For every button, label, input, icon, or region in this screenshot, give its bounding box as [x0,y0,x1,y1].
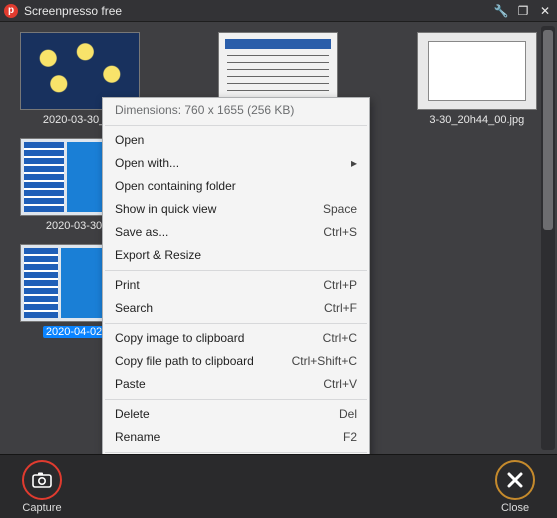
menu-shortcut: Del [331,407,357,422]
menu-open[interactable]: Open [103,129,369,152]
menu-shortcut: F2 [335,430,357,445]
context-menu-header: Dimensions: 760 x 1655 (256 KB) [103,98,369,122]
menu-label: Save as... [115,225,315,240]
close-x-icon [495,460,535,500]
menu-delete[interactable]: Delete Del [103,403,369,426]
menu-label: Copy file path to clipboard [115,354,284,369]
close-button[interactable]: Close [495,460,535,514]
context-menu: Dimensions: 760 x 1655 (256 KB) Open Ope… [102,97,370,454]
menu-quick-view[interactable]: Show in quick view Space [103,198,369,221]
menu-shortcut: Ctrl+Shift+C [284,354,357,369]
titlebar: p Screenpresso free 🔧 ❐ ✕ [0,0,557,22]
menu-rename[interactable]: Rename F2 [103,426,369,449]
gallery: 2020-03-30_20 3-30_20h44_00.jpg 2020-03-… [0,22,557,454]
menu-separator [105,270,367,271]
menu-label: Copy image to clipboard [115,331,315,346]
menu-copy-path[interactable]: Copy file path to clipboard Ctrl+Shift+C [103,350,369,373]
menu-separator [105,399,367,400]
menu-label: Search [115,301,316,316]
menu-shortcut: Ctrl+P [315,278,357,293]
capture-button[interactable]: Capture [22,460,62,514]
menu-search[interactable]: Search Ctrl+F [103,297,369,320]
menu-print[interactable]: Print Ctrl+P [103,274,369,297]
menu-label: Rename [115,430,335,445]
settings-icon[interactable]: 🔧 [493,4,509,18]
menu-shortcut: Ctrl+V [315,377,357,392]
menu-shortcut: Ctrl+F [316,301,357,316]
thumbnail-image [417,32,537,110]
menu-label: Show in quick view [115,202,315,217]
menu-copy-image[interactable]: Copy image to clipboard Ctrl+C [103,327,369,350]
submenu-arrow-icon: ▸ [343,156,357,171]
app-title: Screenpresso free [24,4,487,18]
menu-export-resize[interactable]: Export & Resize [103,244,369,267]
menu-save-as[interactable]: Save as... Ctrl+S [103,221,369,244]
thumbnail[interactable]: 3-30_20h44_00.jpg [407,32,547,126]
thumbnail-caption: 3-30_20h44_00.jpg [429,114,524,126]
restore-icon[interactable]: ❐ [515,4,531,18]
menu-paste[interactable]: Paste Ctrl+V [103,373,369,396]
menu-separator [105,323,367,324]
menu-shortcut: Space [315,202,357,217]
menu-open-folder[interactable]: Open containing folder [103,175,369,198]
menu-label: Paste [115,377,315,392]
menu-shortcut: Ctrl+S [315,225,357,240]
capture-label: Capture [22,502,61,514]
app-logo: p [4,4,18,18]
menu-separator [105,452,367,453]
menu-label: Print [115,278,315,293]
menu-label: Export & Resize [115,248,357,263]
close-icon[interactable]: ✕ [537,4,553,18]
camera-icon [22,460,62,500]
close-label: Close [501,502,529,514]
menu-label: Open containing folder [115,179,357,194]
menu-open-with[interactable]: Open with... ▸ [103,152,369,175]
menu-label: Delete [115,407,331,422]
menu-label: Open with... [115,156,343,171]
scrollbar-handle[interactable] [543,30,553,230]
menu-label: Open [115,133,357,148]
menu-shortcut: Ctrl+C [315,331,357,346]
bottom-bar: Capture Close [0,454,557,518]
menu-separator [105,125,367,126]
scrollbar[interactable] [541,26,555,450]
